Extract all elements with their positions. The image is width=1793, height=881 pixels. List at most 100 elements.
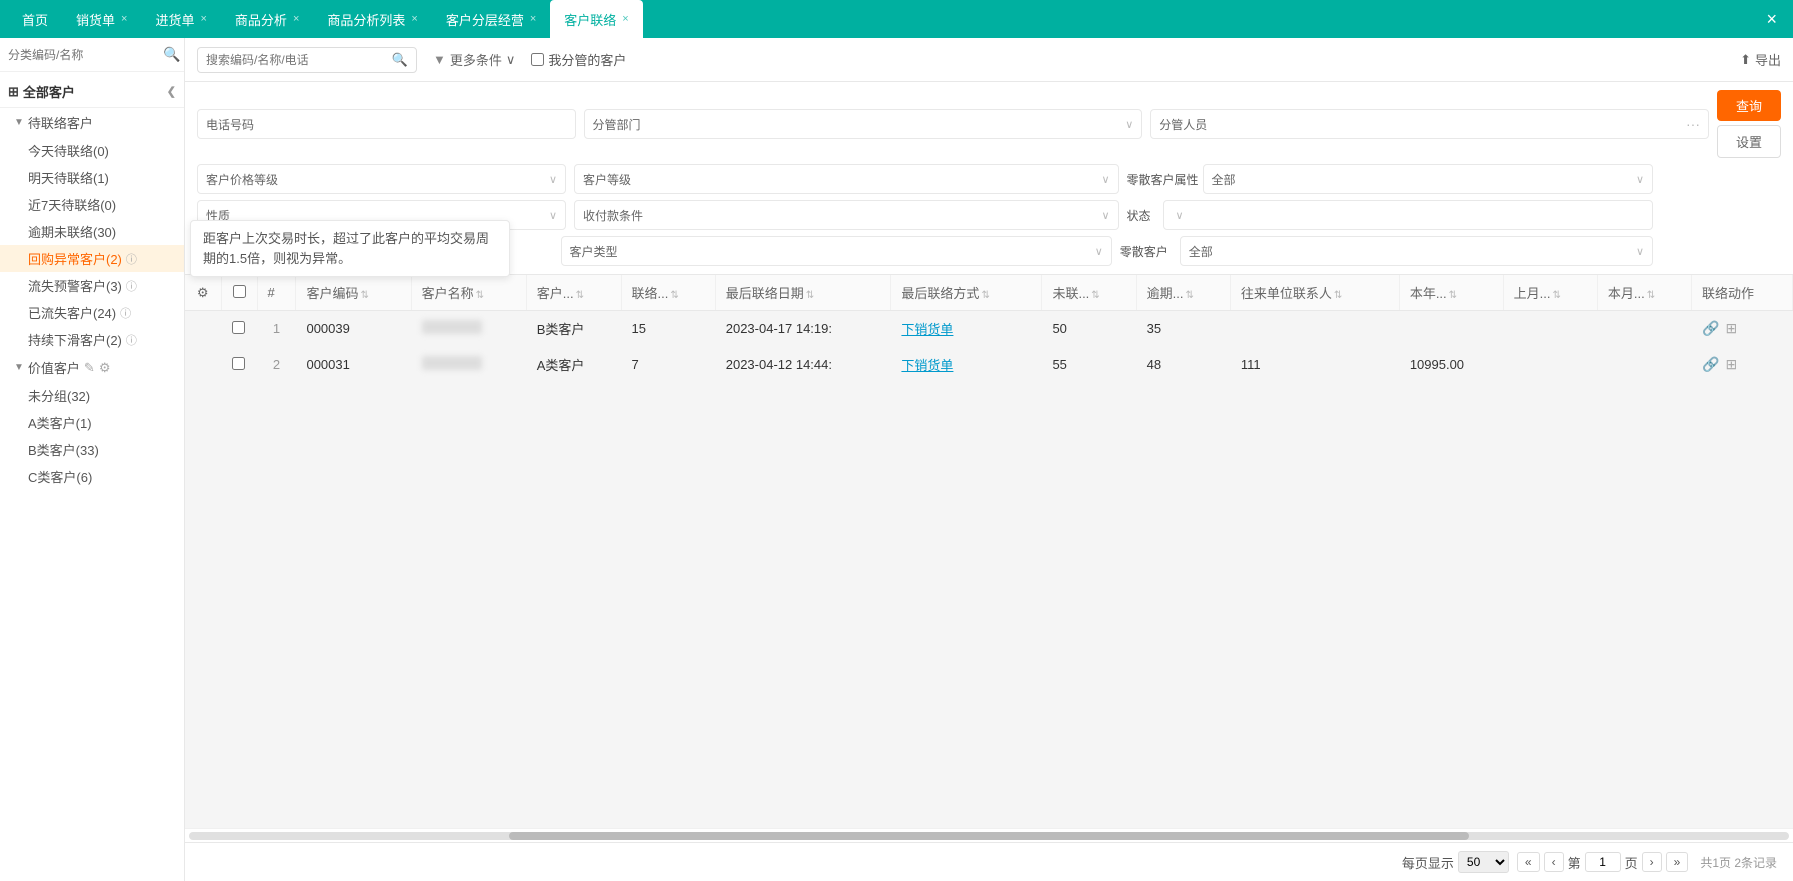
value-customer-header[interactable]: ▼ 价值客户 ✎ ⚙ — [0, 353, 184, 382]
code-column-header[interactable]: 客户编码⇅ — [296, 275, 411, 311]
last-month-column-header[interactable]: 上月...⇅ — [1503, 275, 1597, 311]
set-button[interactable]: 设置 — [1717, 125, 1781, 158]
info-icon-repurchase[interactable]: ⓘ — [126, 251, 137, 267]
sidebar-search-icon[interactable]: 🔍 — [163, 46, 180, 63]
row-checkbox-cell[interactable] — [221, 347, 257, 383]
select-all-checkbox[interactable] — [233, 285, 246, 298]
today-pending-item[interactable]: 今天待联络(0) — [0, 137, 184, 164]
row-this-month-cell — [1597, 311, 1691, 347]
last-page-button[interactable]: » — [1666, 852, 1689, 872]
overdue-column-header[interactable]: 逾期...⇅ — [1136, 275, 1230, 311]
price-level-filter[interactable]: 客户价格等级 ∨ — [197, 164, 566, 194]
info-icon-churned[interactable]: ⓘ — [120, 305, 131, 321]
more-filter-button[interactable]: ▼ 更多条件 ∨ — [425, 46, 523, 73]
nav-sales-order[interactable]: 销货单 × — [62, 0, 141, 38]
overdue-pending-item[interactable]: 逾期未联络(30) — [0, 218, 184, 245]
payment-filter[interactable]: 收付款条件 ∨ — [574, 200, 1119, 230]
sidebar-search-input[interactable] — [8, 48, 163, 62]
churned-item[interactable]: 已流失客户(24) ⓘ — [0, 299, 184, 326]
row-not-contacted-cell: 55 — [1042, 347, 1136, 383]
customer-table: ⚙ # 客户编码⇅ 客户名称⇅ 客户...⇅ — [185, 275, 1793, 383]
nav-purchase-order[interactable]: 进货单 × — [141, 0, 220, 38]
customer-type-filter[interactable]: 客户类型 ∨ — [561, 236, 1112, 266]
pagination-nav: « ‹ 第 页 › » 共1页 2条记录 — [1517, 852, 1777, 872]
action-link-icon-0[interactable]: 🔗 — [1702, 320, 1719, 337]
query-button[interactable]: 查询 — [1717, 90, 1781, 121]
export-button[interactable]: ⬆ 导出 — [1740, 50, 1781, 69]
nav-customer-contact[interactable]: 客户联络 × — [550, 0, 642, 38]
unclassified-item[interactable]: 未分组(32) — [0, 382, 184, 409]
tomorrow-pending-item[interactable]: 明天待联络(1) — [0, 164, 184, 191]
nav-customer-segment[interactable]: 客户分层经营 × — [432, 0, 550, 38]
churn-warning-item[interactable]: 流失预警客户(3) ⓘ — [0, 272, 184, 299]
nav-product-analysis-list[interactable]: 商品分析列表 × — [313, 0, 431, 38]
edit-value-icon[interactable]: ✎ — [84, 360, 95, 376]
window-close-button[interactable]: × — [1758, 9, 1785, 30]
info-icon-churn-warning[interactable]: ⓘ — [126, 278, 137, 294]
my-customers-checkbox[interactable] — [531, 53, 544, 66]
settings-value-icon[interactable]: ⚙ — [99, 360, 111, 376]
next-page-button[interactable]: › — [1642, 852, 1662, 872]
level-filter[interactable]: 客户等级 ∨ — [574, 164, 1119, 194]
row-checkbox-cell[interactable] — [221, 311, 257, 347]
type-column-header[interactable]: 客户...⇅ — [526, 275, 621, 311]
row-last-method-cell[interactable]: 下销货单 — [891, 311, 1042, 347]
close-customer-contact-icon[interactable]: × — [622, 13, 628, 25]
last-method-link[interactable]: 下销货单 — [901, 358, 953, 373]
page-number-input[interactable] — [1585, 852, 1621, 872]
checkbox-column-header[interactable] — [221, 275, 257, 311]
nav-product-analysis[interactable]: 商品分析 × — [221, 0, 313, 38]
action-grid-icon-1[interactable]: ⊞ — [1725, 356, 1737, 373]
company-contact-column-header[interactable]: 往来单位联系人⇅ — [1230, 275, 1399, 311]
first-page-button[interactable]: « — [1517, 852, 1540, 872]
this-year-column-header[interactable]: 本年...⇅ — [1399, 275, 1503, 311]
row-last-method-cell[interactable]: 下销货单 — [891, 347, 1042, 383]
status-dropdown[interactable]: ∨ — [1163, 200, 1653, 230]
close-purchase-order-icon[interactable]: × — [200, 13, 206, 25]
row-code-cell: 000031 — [296, 347, 411, 383]
not-contacted-column-header[interactable]: 未联...⇅ — [1042, 275, 1136, 311]
contact-column-header[interactable]: 联络...⇅ — [621, 275, 715, 311]
last-method-link[interactable]: 下销货单 — [901, 322, 953, 337]
dept-filter[interactable]: 分管部门 ∨ — [584, 109, 1143, 139]
manager-dots-icon[interactable]: ··· — [1686, 116, 1700, 132]
retail-dropdown[interactable]: 全部 ∨ — [1180, 236, 1653, 266]
search-input[interactable] — [206, 53, 392, 67]
row-checkbox-1[interactable] — [232, 357, 245, 370]
c-class-item[interactable]: C类客户(6) — [0, 463, 184, 490]
status-filter-wrap: 状态 ∨ — [1127, 200, 1654, 230]
name-column-header[interactable]: 客户名称⇅ — [411, 275, 526, 311]
last-date-column-header[interactable]: 最后联络日期⇅ — [715, 275, 891, 311]
collapse-sidebar-icon[interactable]: ❮ — [167, 85, 176, 98]
prev-page-button[interactable]: ‹ — [1544, 852, 1564, 872]
manager-filter[interactable]: 分管人员 ··· — [1150, 109, 1709, 139]
per-page-select[interactable]: 50 10 20 100 — [1458, 851, 1509, 873]
a-class-item[interactable]: A类客户(1) — [0, 409, 184, 436]
close-product-analysis-icon[interactable]: × — [293, 13, 299, 25]
pending-contact-header[interactable]: ▼ 待联络客户 — [0, 108, 184, 137]
retail-attr-dropdown[interactable]: 全部 ∨ — [1203, 164, 1653, 194]
close-customer-segment-icon[interactable]: × — [530, 13, 536, 25]
declining-item[interactable]: 持续下滑客户(2) ⓘ — [0, 326, 184, 353]
gear-column-header[interactable]: ⚙ — [185, 275, 221, 311]
phone-filter[interactable]: 电话号码 — [197, 109, 576, 139]
retail-dropdown-icon: ∨ — [1636, 245, 1644, 258]
grid-icon: ⊞ — [8, 84, 19, 100]
search-box-icon[interactable]: 🔍 — [392, 52, 408, 68]
nav-home[interactable]: 首页 — [8, 0, 62, 38]
type-sort-icon: ⇅ — [576, 290, 584, 301]
overdue-sort-icon: ⇅ — [1185, 290, 1193, 301]
repurchase-abnormal-item[interactable]: 回购异常客户(2) ⓘ — [0, 245, 184, 272]
row-checkbox-0[interactable] — [232, 321, 245, 334]
info-icon-declining[interactable]: ⓘ — [126, 332, 137, 348]
this-month-column-header[interactable]: 本月...⇅ — [1597, 275, 1691, 311]
b-class-item[interactable]: B类客户(33) — [0, 436, 184, 463]
last-method-column-header[interactable]: 最后联络方式⇅ — [891, 275, 1042, 311]
close-sales-order-icon[interactable]: × — [121, 13, 127, 25]
action-grid-icon-0[interactable]: ⊞ — [1725, 320, 1737, 337]
week-pending-item[interactable]: 近7天待联络(0) — [0, 191, 184, 218]
my-customers-checkbox-label[interactable]: 我分管的客户 — [531, 50, 626, 69]
action-link-icon-1[interactable]: 🔗 — [1702, 356, 1719, 373]
all-customers-header[interactable]: ⊞ 全部客户 ❮ — [0, 76, 184, 108]
close-product-analysis-list-icon[interactable]: × — [411, 13, 417, 25]
